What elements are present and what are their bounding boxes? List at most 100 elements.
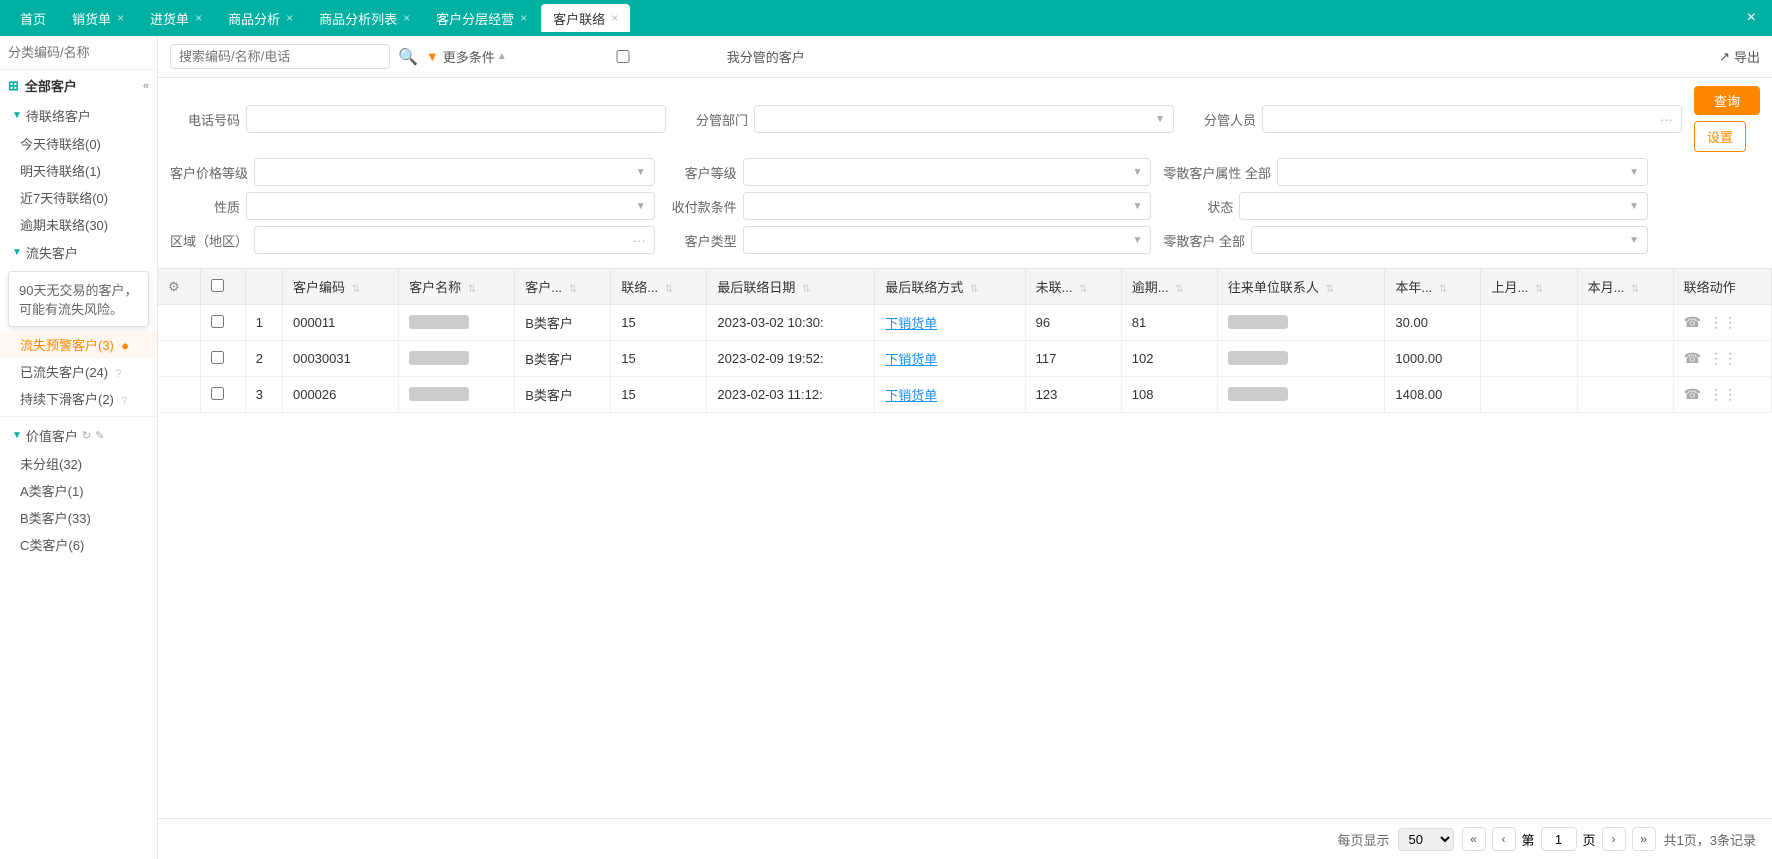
close-analysis-list-tab[interactable]: × (403, 11, 410, 25)
overdue-col-header[interactable]: 逾期... ⇅ (1121, 269, 1217, 305)
prev-page-button[interactable]: ‹ (1492, 827, 1516, 851)
first-page-button[interactable]: « (1462, 827, 1486, 851)
last-page-button[interactable]: » (1632, 827, 1656, 851)
manager-select[interactable]: ··· (1262, 105, 1682, 133)
price-level-select[interactable]: ▼ (254, 158, 655, 186)
sidebar-group-value[interactable]: ▼ 价值客户 ↻ ✎ (0, 421, 157, 450)
this-year-col-header[interactable]: 本年... ⇅ (1385, 269, 1481, 305)
tab-customer-connect[interactable]: 客户联络 × (541, 4, 630, 32)
action-more-icon-1[interactable]: ⋮⋮ (1709, 350, 1737, 367)
dept-select[interactable]: ▼ (754, 105, 1174, 133)
action-more-icon-2[interactable]: ⋮⋮ (1709, 386, 1737, 403)
settings-button[interactable]: 设置 (1694, 121, 1746, 152)
close-analysis-tab[interactable]: × (286, 11, 293, 25)
row-checkbox-input-0[interactable] (211, 315, 224, 328)
filter-row-1: 电话号码 分管部门 ▼ 分管人员 ··· (170, 86, 1760, 152)
zero-customer-select[interactable]: ▼ (1251, 226, 1648, 254)
sidebar-group-pending[interactable]: ▼ 待联络客户 (0, 101, 157, 130)
close-customer-segment-tab[interactable]: × (520, 11, 527, 25)
phone-input[interactable] (246, 105, 666, 133)
sidebar-item-lost-already[interactable]: 已流失客户(24) ? (0, 358, 157, 385)
action-contact-icon-0[interactable]: ☎ (1684, 314, 1701, 331)
action-contact-icon-2[interactable]: ☎ (1684, 386, 1701, 403)
query-button[interactable]: 查询 (1694, 86, 1760, 115)
row-type-1: B类客户 (515, 341, 611, 377)
customer-type-select[interactable]: ▼ (743, 226, 1152, 254)
refresh-icon[interactable]: ↻ (82, 429, 91, 442)
this-month-col-header[interactable]: 本月... ⇅ (1577, 269, 1673, 305)
more-conditions-button[interactable]: ▼ 更多条件 ▲ (426, 47, 507, 66)
sidebar-item-overdue[interactable]: 逾期未联络(30) (0, 211, 157, 238)
sidebar-item-c-class[interactable]: C类客户(6) (0, 531, 157, 558)
price-level-label: 客户价格等级 (170, 163, 248, 182)
customer-level-select[interactable]: ▼ (743, 158, 1152, 186)
contact-col-header[interactable]: 联络... ⇅ (611, 269, 707, 305)
sidebar-item-lost-downgrade[interactable]: 持续下滑客户(2) ? (0, 385, 157, 412)
tab-home[interactable]: 首页 (8, 4, 58, 32)
row-last-date-0: 2023-03-02 10:30: (707, 305, 875, 341)
manager-label: 分管人员 (1186, 110, 1256, 129)
name-col-header[interactable]: 客户名称 ⇅ (399, 269, 515, 305)
per-page-select[interactable]: 50 100 (1398, 828, 1454, 851)
sidebar-item-ungrouped[interactable]: 未分组(32) (0, 450, 157, 477)
row-checkbox-2[interactable] (200, 377, 245, 413)
uncontacted-col-header[interactable]: 未联... ⇅ (1025, 269, 1121, 305)
type-col-header[interactable]: 客户... ⇅ (515, 269, 611, 305)
sidebar-group-lost[interactable]: ▼ 流失客户 (0, 238, 157, 267)
tab-purchase[interactable]: 进货单 × (138, 4, 214, 32)
last-date-col-header[interactable]: 最后联络日期 ⇅ (707, 269, 875, 305)
row-last-method-0[interactable]: 下销货单 (875, 305, 1025, 341)
edit-icon[interactable]: ✎ (95, 429, 104, 442)
last-method-col-header[interactable]: 最后联络方式 ⇅ (875, 269, 1025, 305)
manager-dots[interactable]: ··· (1660, 112, 1673, 127)
all-customers-title[interactable]: ⊞ 全部客户 « (0, 70, 157, 101)
row-last-method-1[interactable]: 下销货单 (875, 341, 1025, 377)
row-settings-0 (158, 305, 200, 341)
tab-analysis[interactable]: 商品分析 × (216, 4, 305, 32)
customer-type-chevron-icon: ▼ (1132, 235, 1142, 246)
next-page-button[interactable]: › (1602, 827, 1626, 851)
sidebar-search-input[interactable] (8, 45, 158, 60)
sidebar-item-lost-pred[interactable]: 流失预警客户(3) ● (0, 331, 157, 358)
tab-sales[interactable]: 销货单 × (60, 4, 136, 32)
region-select[interactable]: ··· (254, 226, 655, 254)
zero-attr-select[interactable]: ▼ (1277, 158, 1648, 186)
sidebar-item-a-class[interactable]: A类客户(1) (0, 477, 157, 504)
sidebar-item-tomorrow[interactable]: 明天待联络(1) (0, 157, 157, 184)
close-purchase-tab[interactable]: × (195, 11, 202, 25)
select-all-checkbox[interactable] (211, 279, 224, 292)
row-last-method-2[interactable]: 下销货单 (875, 377, 1025, 413)
uncontacted-sort-icon: ⇅ (1079, 284, 1087, 295)
window-close-button[interactable]: × (1739, 9, 1764, 27)
payment-select[interactable]: ▼ (743, 192, 1152, 220)
sidebar-item-b-class[interactable]: B类客户(33) (0, 504, 157, 531)
row-checkbox-0[interactable] (200, 305, 245, 341)
row-contact-2: 15 (611, 377, 707, 413)
settings-col-header[interactable]: ⚙ (158, 269, 200, 305)
region-dots[interactable]: ··· (633, 233, 646, 248)
tab-customer-segment[interactable]: 客户分层经营 × (424, 4, 539, 32)
my-customers-checkbox[interactable] (523, 50, 723, 63)
row-checkbox-input-2[interactable] (211, 387, 224, 400)
sidebar-item-week[interactable]: 近7天待联络(0) (0, 184, 157, 211)
last-month-col-header[interactable]: 上月... ⇅ (1481, 269, 1577, 305)
row-checkbox-input-1[interactable] (211, 351, 224, 364)
close-customer-connect-tab[interactable]: × (611, 11, 618, 25)
action-more-icon-0[interactable]: ⋮⋮ (1709, 314, 1737, 331)
tab-analysis-list[interactable]: 商品分析列表 × (307, 4, 422, 32)
unit-contact-col-header[interactable]: 往来单位联系人 ⇅ (1217, 269, 1385, 305)
close-sales-tab[interactable]: × (117, 11, 124, 25)
row-checkbox-1[interactable] (200, 341, 245, 377)
my-customers-checkbox-label[interactable]: 我分管的客户 (523, 47, 805, 66)
action-contact-icon-1[interactable]: ☎ (1684, 350, 1701, 367)
sidebar: 🔍 ⊞ 全部客户 « ▼ 待联络客户 今天待联络(0) 明天待联络(1) 近7天… (0, 36, 158, 859)
nature-select[interactable]: ▼ (246, 192, 655, 220)
code-col-header[interactable]: 客户编码 ⇅ (282, 269, 398, 305)
search-button[interactable]: 🔍 (398, 47, 418, 67)
status-select[interactable]: ▼ (1239, 192, 1648, 220)
search-input[interactable] (170, 44, 390, 69)
page-number-input[interactable] (1541, 827, 1577, 851)
export-button[interactable]: ↗ 导出 (1719, 47, 1760, 66)
sidebar-item-today[interactable]: 今天待联络(0) (0, 130, 157, 157)
checkbox-col-header[interactable] (200, 269, 245, 305)
